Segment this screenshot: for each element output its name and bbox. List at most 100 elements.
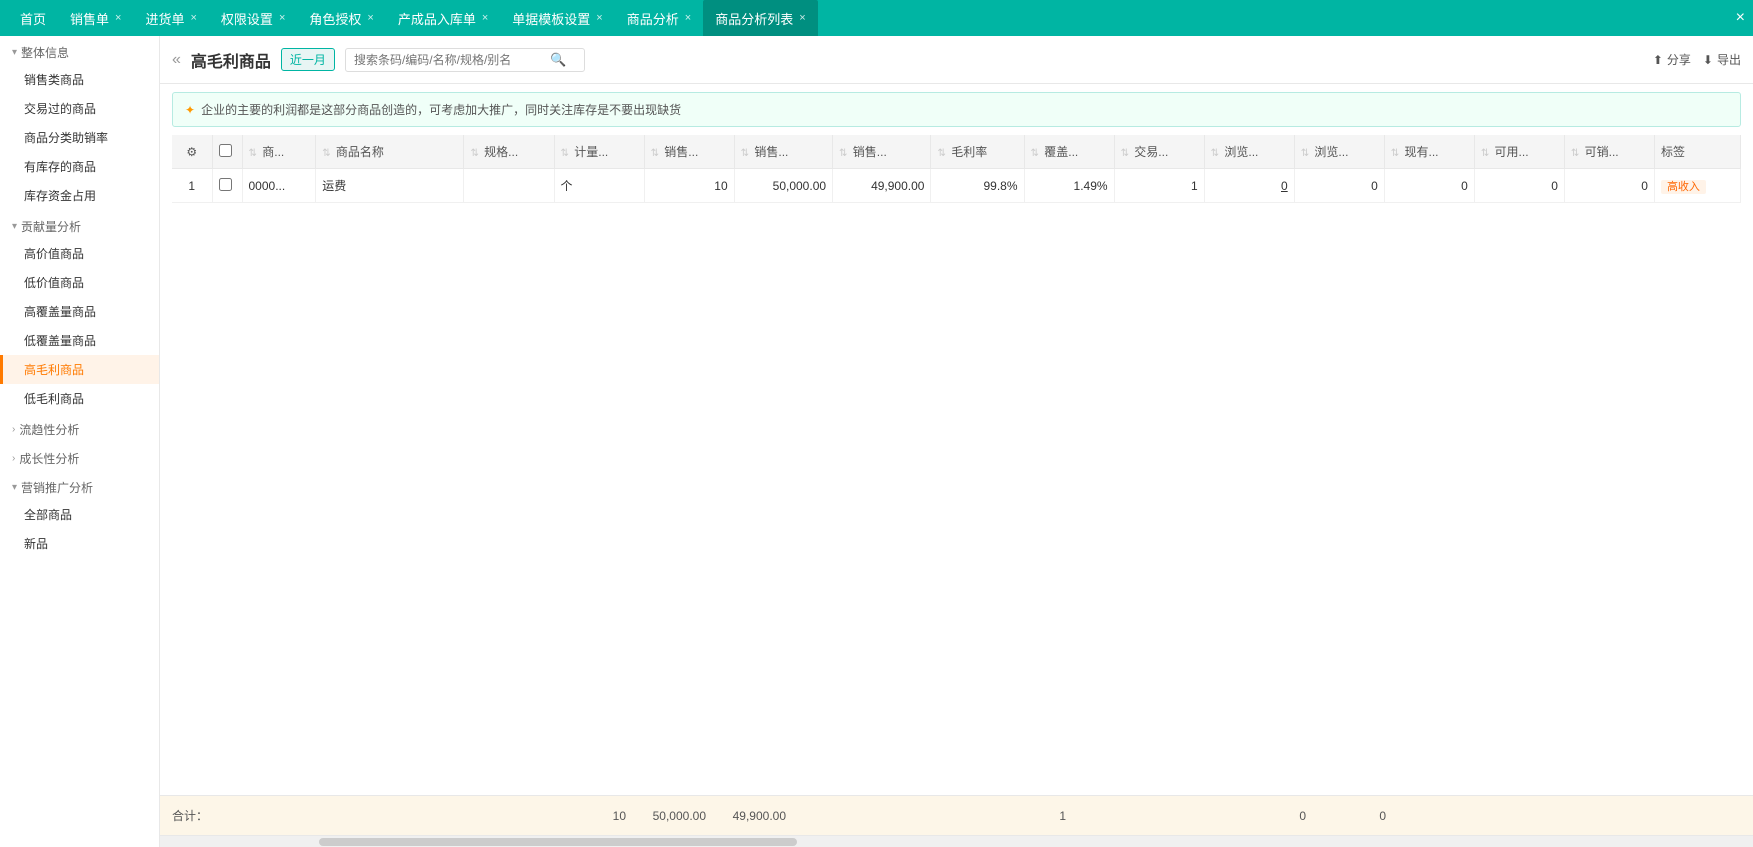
sidebar-item-low-value[interactable]: 低价值商品 <box>0 268 159 297</box>
nav-tab-home[interactable]: 首页 <box>8 0 58 36</box>
col-browse1[interactable]: ⇅ 浏览... <box>1204 135 1294 169</box>
row-checkbox[interactable] <box>212 169 242 203</box>
col-code[interactable]: ⇅ 商... <box>242 135 316 169</box>
col-spec[interactable]: ⇅ 规格... <box>464 135 554 169</box>
sidebar-item-high-coverage[interactable]: 高覆盖量商品 <box>0 297 159 326</box>
sort-icon: ⇅ <box>1301 148 1309 159</box>
col-sales-qty[interactable]: ⇅ 销售... <box>644 135 734 169</box>
row-name[interactable]: 运费 <box>316 169 464 203</box>
sidebar-item-in-stock[interactable]: 有库存的商品 <box>0 152 159 181</box>
footer-values: 10 50,000.00 49,900.00 1 0 0 <box>252 809 1741 823</box>
sidebar-group-label: 营销推广分析 <box>21 479 93 496</box>
table-footer: 合计： 10 50,000.00 49,900.00 1 0 0 <box>160 795 1753 835</box>
sidebar-item-sales-goods[interactable]: 销售类商品 <box>0 65 159 94</box>
row-available-stock: 0 <box>1474 169 1564 203</box>
info-icon: ✦ <box>185 103 195 117</box>
nav-tab-close[interactable]: × <box>596 12 602 24</box>
nav-tab-label: 销售单 <box>70 9 109 28</box>
nav-tab-close[interactable]: × <box>799 12 805 24</box>
sidebar-item-low-margin[interactable]: 低毛利商品 <box>0 384 159 413</box>
nav-tab-product-analysis-list[interactable]: 商品分析列表 × <box>703 0 817 36</box>
sort-icon: ⇅ <box>937 148 945 159</box>
row-trade: 1 <box>1114 169 1204 203</box>
sidebar-item-low-coverage[interactable]: 低覆盖量商品 <box>0 326 159 355</box>
sidebar-group-contribution[interactable]: ▾ 贡献量分析 <box>0 210 159 239</box>
sidebar-item-all-goods[interactable]: 全部商品 <box>0 500 159 529</box>
search-input[interactable] <box>354 53 544 67</box>
sidebar-group-growth[interactable]: › 成长性分析 <box>0 442 159 471</box>
col-available-stock[interactable]: ⇅ 可用... <box>1474 135 1564 169</box>
sidebar-item-category-rate[interactable]: 商品分类助销率 <box>0 123 159 152</box>
col-current-stock[interactable]: ⇅ 现有... <box>1384 135 1474 169</box>
nav-tab-purchase[interactable]: 进货单 × <box>133 0 208 36</box>
row-select-checkbox[interactable] <box>219 178 232 191</box>
header-actions: ⬆ 分享 ⬇ 导出 <box>1653 51 1741 68</box>
col-unit[interactable]: ⇅ 计量... <box>554 135 644 169</box>
nav-tab-close[interactable]: × <box>279 12 285 24</box>
search-box: 🔍 <box>345 48 585 72</box>
nav-tab-warehouse[interactable]: 产成品入库单 × <box>386 0 500 36</box>
col-checkbox <box>212 135 242 169</box>
arrow-icon: › <box>12 453 15 464</box>
col-name[interactable]: ⇅ 商品名称 <box>316 135 464 169</box>
table-container[interactable]: ⚙ ⇅ 商... ⇅ 商品名称 ⇅ <box>160 135 1753 795</box>
sort-icon: ⇅ <box>651 148 659 159</box>
footer-available-stock: 0 <box>1232 809 1312 823</box>
nav-tab-sales[interactable]: 销售单 × <box>58 0 133 36</box>
nav-tab-label: 权限设置 <box>221 9 273 28</box>
nav-tab-product-analysis[interactable]: 商品分析 × <box>615 0 703 36</box>
filter-period-button[interactable]: 近一月 <box>281 48 335 71</box>
sidebar-item-capital-occupied[interactable]: 库存资金占用 <box>0 181 159 210</box>
sidebar-item-high-value[interactable]: 高价值商品 <box>0 239 159 268</box>
sidebar-item-new-goods[interactable]: 新品 <box>0 529 159 558</box>
share-button[interactable]: ⬆ 分享 <box>1653 51 1691 68</box>
search-icon[interactable]: 🔍 <box>550 52 566 68</box>
col-saleable-stock[interactable]: ⇅ 可销... <box>1564 135 1654 169</box>
col-settings[interactable]: ⚙ <box>172 135 212 169</box>
banner-text: 企业的主要的利润都是这部分商品创造的，可考虑加大推广，同时关注库存是不要出现缺货 <box>201 101 681 118</box>
sidebar-group-label: 贡献量分析 <box>21 218 81 235</box>
sort-icon: ⇅ <box>249 148 257 159</box>
nav-tab-roles[interactable]: 角色授权 × <box>297 0 385 36</box>
nav-tab-close[interactable]: × <box>367 12 373 24</box>
sidebar-group-marketing[interactable]: ▾ 营销推广分析 <box>0 471 159 500</box>
export-button[interactable]: ⬇ 导出 <box>1703 51 1741 68</box>
nav-tab-label: 首页 <box>20 9 46 28</box>
sidebar-group-overall[interactable]: ▾ 整体信息 <box>0 36 159 65</box>
top-nav: 首页 销售单 × 进货单 × 权限设置 × 角色授权 × 产成品入库单 × 单据… <box>0 0 1753 36</box>
nav-tab-close[interactable]: × <box>115 12 121 24</box>
nav-tab-close[interactable]: × <box>190 12 196 24</box>
nav-tab-close[interactable]: × <box>685 12 691 24</box>
col-sales-cost[interactable]: ⇅ 销售... <box>833 135 931 169</box>
nav-tab-permissions[interactable]: 权限设置 × <box>209 0 297 36</box>
data-table: ⚙ ⇅ 商... ⇅ 商品名称 ⇅ <box>172 135 1741 203</box>
sidebar-group-trend[interactable]: › 流趋性分析 <box>0 413 159 442</box>
arrow-icon: ▾ <box>12 47 17 58</box>
col-coverage[interactable]: ⇅ 覆盖... <box>1024 135 1114 169</box>
col-margin-rate[interactable]: ⇅ 毛利率 <box>931 135 1024 169</box>
sidebar-item-traded-goods[interactable]: 交易过的商品 <box>0 94 159 123</box>
content-area: « 高毛利商品 近一月 🔍 ⬆ 分享 ⬇ 导出 ✦ 企业的主要的利润都是这部 <box>160 36 1753 847</box>
sidebar-item-high-margin[interactable]: 高毛利商品 <box>0 355 159 384</box>
nav-tab-close[interactable]: × <box>482 12 488 24</box>
horizontal-scrollbar[interactable] <box>160 835 1753 847</box>
row-browse1[interactable]: 0 <box>1204 169 1294 203</box>
footer-label: 合计： <box>172 807 232 824</box>
sidebar: ▾ 整体信息 销售类商品 交易过的商品 商品分类助销率 有库存的商品 库存资金占… <box>0 36 160 847</box>
sort-icon: ⇅ <box>1031 148 1039 159</box>
sort-icon: ⇅ <box>1571 148 1579 159</box>
row-code[interactable]: 0000... <box>242 169 316 203</box>
sidebar-group-label: 成长性分析 <box>19 450 79 467</box>
collapse-sidebar-button[interactable]: « <box>172 51 181 69</box>
col-trade[interactable]: ⇅ 交易... <box>1114 135 1204 169</box>
col-sales-amount[interactable]: ⇅ 销售... <box>734 135 832 169</box>
nav-tab-template[interactable]: 单据模板设置 × <box>500 0 614 36</box>
nav-tab-label: 进货单 <box>145 9 184 28</box>
close-all-button[interactable]: × <box>1736 9 1745 27</box>
select-all-checkbox[interactable] <box>219 144 232 157</box>
arrow-icon: ▾ <box>12 221 17 232</box>
sidebar-group-label: 流趋性分析 <box>19 421 79 438</box>
col-browse2[interactable]: ⇅ 浏览... <box>1294 135 1384 169</box>
row-sales-qty: 10 <box>644 169 734 203</box>
scrollbar-thumb[interactable] <box>319 838 797 846</box>
